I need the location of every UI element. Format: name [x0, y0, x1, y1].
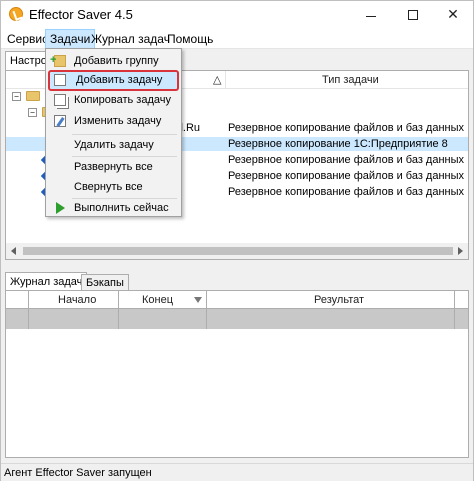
- column-separator: [206, 291, 207, 329]
- horizontal-scrollbar[interactable]: [6, 243, 468, 259]
- table-row[interactable]: [6, 309, 468, 329]
- task-type-cell: Резервное копирование файлов и баз данны…: [228, 170, 465, 182]
- menu-item-expand-all[interactable]: Развернуть все: [48, 157, 179, 178]
- menu-help[interactable]: Помощь: [163, 29, 217, 49]
- close-button[interactable]: ✕: [433, 1, 473, 29]
- task-type-cell: Резервное копирование файлов и баз данны…: [228, 122, 465, 134]
- log-tabstrip: Журнал задач Бэкапы: [5, 272, 469, 292]
- column-separator: [28, 291, 29, 329]
- column-separator: [118, 291, 119, 329]
- menu-item-run-now[interactable]: Выполнить сейчас: [48, 198, 179, 219]
- menu-item-collapse-all[interactable]: Свернуть все: [48, 177, 179, 198]
- end-column-header[interactable]: Конец: [142, 291, 173, 309]
- task-log-grid: Начало Конец Результат: [5, 290, 469, 458]
- menu-item-label: Свернуть все: [74, 181, 143, 193]
- window-title: Effector Saver 4.5: [29, 7, 133, 22]
- scroll-left-icon[interactable]: [11, 247, 16, 255]
- edit-task-icon: [54, 115, 66, 127]
- filter-icon[interactable]: [194, 297, 202, 303]
- app-window: Effector Saver 4.5 ✕ Сервис Задачи Журна…: [0, 0, 474, 481]
- menu-task-log[interactable]: Журнал задач: [87, 29, 174, 49]
- tree-collapse-icon[interactable]: −: [12, 92, 21, 101]
- minimize-button[interactable]: [351, 1, 391, 29]
- scroll-right-icon[interactable]: [458, 247, 463, 255]
- result-column-header[interactable]: Результат: [314, 291, 364, 309]
- menu-item-label: Копировать задачу: [74, 94, 171, 106]
- menu-item-delete-task[interactable]: Удалить задачу: [48, 135, 179, 156]
- scrollbar-thumb[interactable]: [23, 247, 453, 255]
- menu-item-edit-task[interactable]: Изменить задачу: [48, 111, 179, 132]
- tab-task-log[interactable]: Журнал задач: [5, 272, 88, 292]
- menu-item-label: Добавить задачу: [76, 74, 163, 86]
- add-task-icon: [54, 74, 66, 86]
- copy-task-icon: [54, 94, 66, 106]
- start-column-header[interactable]: Начало: [58, 291, 96, 309]
- log-grid-header: Начало Конец Результат: [6, 291, 468, 309]
- column-separator: [225, 71, 226, 89]
- close-icon: ✕: [447, 7, 459, 23]
- panel-splitter[interactable]: [1, 263, 473, 267]
- maximize-icon: [408, 10, 418, 20]
- menu-item-label: Развернуть все: [74, 161, 153, 173]
- add-group-icon: [50, 50, 66, 71]
- maximize-button[interactable]: [393, 1, 433, 29]
- app-logo-icon: [9, 7, 23, 21]
- menu-item-label: Добавить группу: [74, 55, 159, 67]
- menu-item-label: Изменить задачу: [74, 115, 162, 127]
- menu-item-copy-task[interactable]: Копировать задачу: [48, 90, 179, 111]
- menu-item-add-group[interactable]: Добавить группу: [48, 50, 179, 72]
- menu-item-add-task[interactable]: Добавить задачу: [48, 70, 179, 91]
- type-column-header[interactable]: Тип задачи: [322, 71, 379, 89]
- task-type-cell: Резервное копирование файлов и баз данны…: [228, 154, 465, 166]
- column-separator: [454, 291, 455, 329]
- tasks-dropdown-menu: Добавить группу Добавить задачу Копирова…: [45, 48, 182, 217]
- status-bar: Агент Effector Saver запущен: [1, 463, 473, 481]
- minimize-icon: [366, 16, 376, 17]
- task-type-cell: Резервное копирование файлов и баз данны…: [228, 186, 465, 198]
- menu-bar: Сервис Задачи Журнал задач Помощь: [1, 29, 473, 49]
- task-type-cell: Резервное копирование 1С:Предприятие 8: [228, 138, 448, 150]
- tree-collapse-icon[interactable]: −: [28, 108, 37, 117]
- title-bar: Effector Saver 4.5 ✕: [1, 1, 473, 29]
- menu-item-label: Выполнить сейчас: [74, 202, 169, 214]
- run-icon: [56, 202, 65, 214]
- folder-icon: [26, 91, 40, 101]
- menu-item-label: Удалить задачу: [74, 139, 154, 151]
- sort-icon[interactable]: △: [213, 71, 221, 89]
